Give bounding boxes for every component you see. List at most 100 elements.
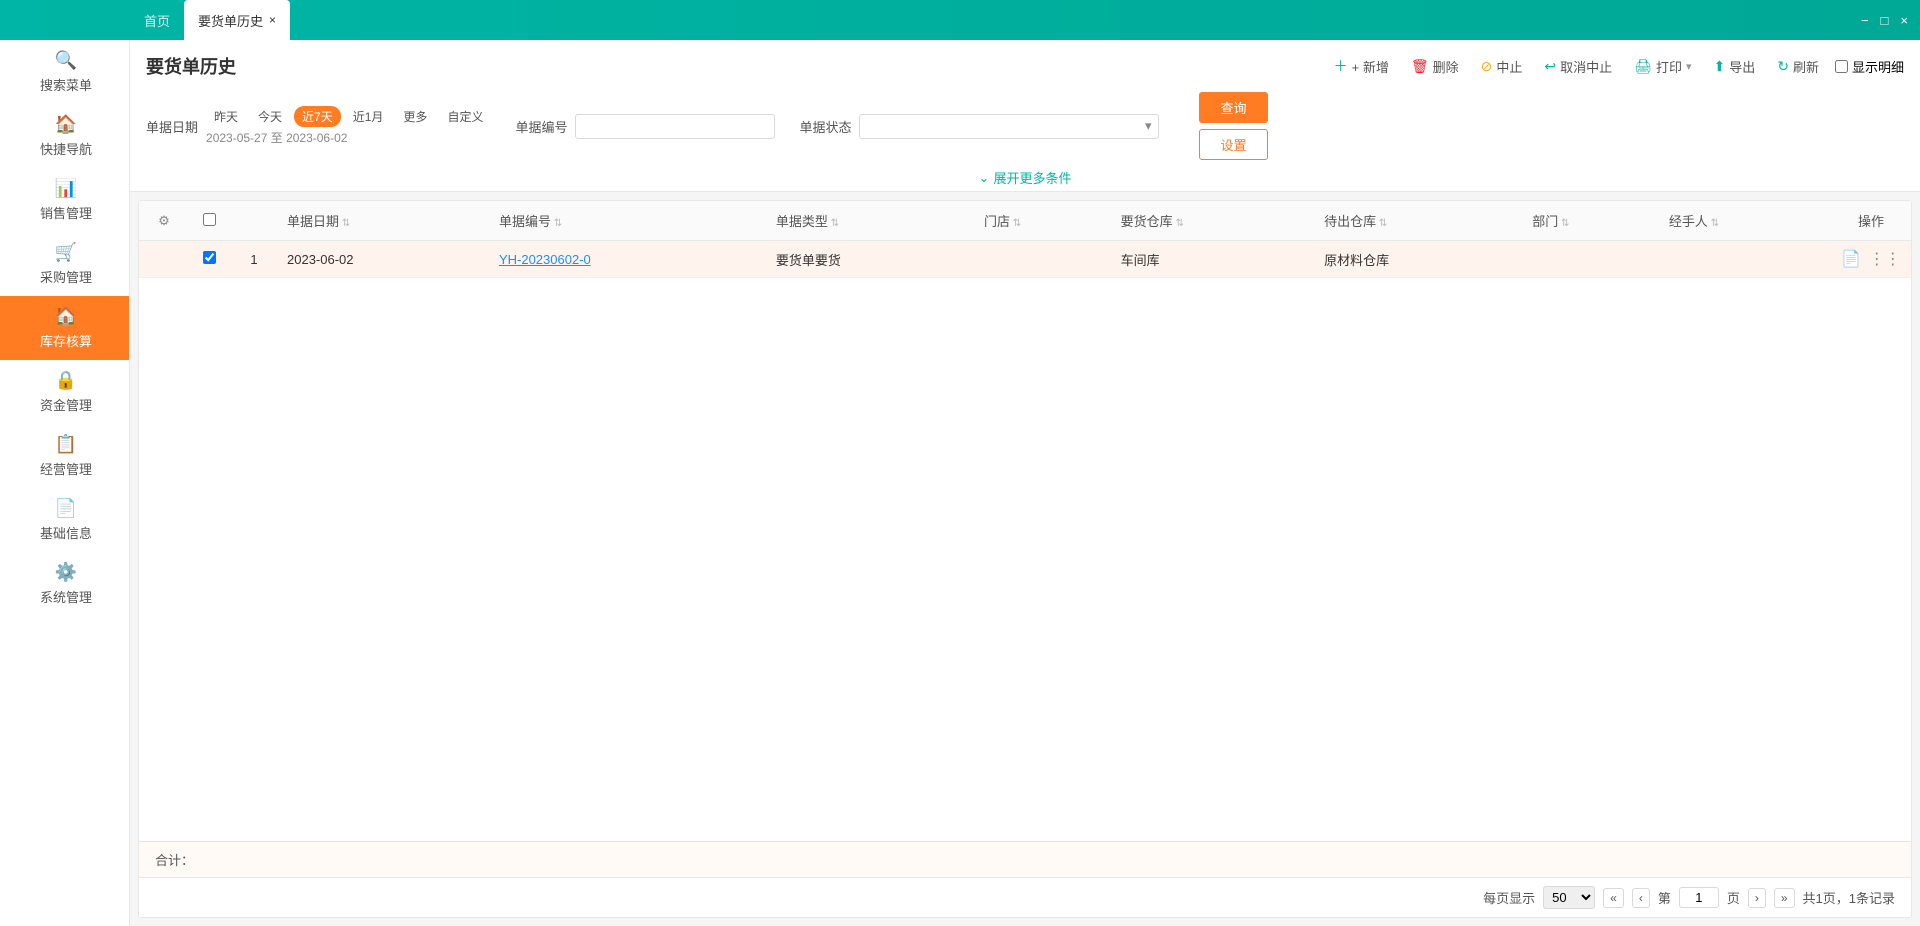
purchase-icon: 🛒: [55, 242, 77, 263]
sidebar-item-sales[interactable]: 📊 销售管理: [0, 168, 129, 232]
bill-no-label: 单据编号: [515, 117, 567, 136]
sidebar-item-basic-info[interactable]: 📄 基础信息: [0, 488, 129, 552]
col-bill-no-header[interactable]: 单据编号: [491, 201, 768, 241]
ops-icon: 📋: [55, 434, 77, 455]
sidebar-item-inventory[interactable]: 🏠 库存核算: [0, 296, 129, 360]
date-shortcuts: 昨天 今天 近7天 近1月 更多 自定义: [206, 106, 491, 127]
date-shortcut-yesterday[interactable]: 昨天: [206, 106, 246, 127]
refresh-icon: ↻: [1777, 58, 1789, 75]
row-bill-no-cell[interactable]: YH-20230602-0: [491, 241, 768, 278]
col-handler-header[interactable]: 经手人: [1661, 201, 1831, 241]
display-detail-toggle[interactable]: 显示明细: [1835, 57, 1904, 76]
sidebar-item-label-sales: 销售管理: [40, 203, 92, 222]
last-page-button[interactable]: »: [1774, 888, 1795, 908]
filter-area: 单据日期 昨天 今天 近7天 近1月 更多 自定义 2023-05-27 至 2…: [146, 92, 1904, 191]
row-edit-icon[interactable]: 📄: [1839, 249, 1863, 270]
print-dropdown-icon[interactable]: ▾: [1686, 60, 1692, 73]
table-container: ⚙ 单据日期 单据编号 单据类型 门店 要货仓库 待出仓库: [138, 200, 1912, 918]
date-shortcut-7days[interactable]: 近7天: [294, 106, 341, 127]
footer-summary: 合计：: [139, 841, 1911, 877]
first-page-button[interactable]: «: [1603, 888, 1624, 908]
stop-button[interactable]: ⊘ 中止: [1475, 53, 1529, 80]
filter-group-date: 单据日期 昨天 今天 近7天 近1月 更多 自定义 2023-05-27 至 2…: [146, 106, 491, 146]
export-icon: ⬆: [1713, 58, 1725, 75]
refresh-button[interactable]: ↻ 刷新: [1771, 53, 1825, 80]
print-button[interactable]: 🖨 打印 ▾: [1628, 53, 1697, 80]
display-detail-checkbox[interactable]: [1835, 60, 1848, 73]
filter-group-status: 单据状态 ▾: [799, 114, 1159, 139]
col-settings: ⚙: [139, 201, 189, 241]
date-shortcut-1month[interactable]: 近1月: [345, 106, 392, 127]
table-scroll: ⚙ 单据日期 单据编号 单据类型 门店 要货仓库 待出仓库: [139, 201, 1911, 841]
tab-requisition-history[interactable]: 要货单历史 ×: [184, 0, 290, 40]
col-checkbox-header: [189, 201, 229, 241]
bill-no-input[interactable]: [575, 114, 775, 139]
sidebar-item-ops[interactable]: 📋 经营管理: [0, 424, 129, 488]
sidebar-item-label-inventory: 库存核算: [40, 331, 92, 350]
sidebar-item-label-purchase: 采购管理: [40, 267, 92, 286]
select-all-checkbox[interactable]: [203, 213, 216, 226]
row-more-icon[interactable]: ⋮⋮: [1867, 249, 1903, 270]
current-page-label: 第: [1658, 888, 1671, 907]
status-label: 单据状态: [799, 117, 851, 136]
col-date-header[interactable]: 单据日期: [279, 201, 491, 241]
row-checkbox-cell: [189, 241, 229, 278]
summary-label: 合计：: [155, 853, 194, 868]
page-title-row: 要货单历史 ＋ + 新增 🗑 删除 ⊘ 中止 ↩: [146, 52, 1904, 80]
top-bar: 首页 要货单历史 × − □ ×: [0, 0, 1920, 40]
window-minimize[interactable]: −: [1861, 13, 1869, 28]
tab-close-icon[interactable]: ×: [269, 13, 276, 27]
col-req-warehouse-header[interactable]: 要货仓库: [1113, 201, 1316, 241]
sidebar-item-quick-nav[interactable]: 🏠 快捷导航: [0, 104, 129, 168]
footer-pagination: 每页显示 50 10 20 100 « ‹ 第 页 › » 共1页，1条记录: [139, 877, 1911, 917]
new-button[interactable]: ＋ + 新增: [1328, 52, 1395, 80]
sidebar-item-sys-mgmt[interactable]: ⚙️ 系统管理: [0, 552, 129, 616]
col-department-header[interactable]: 部门: [1524, 201, 1661, 241]
export-button[interactable]: ⬆ 导出: [1707, 53, 1761, 80]
col-store-header[interactable]: 门店: [976, 201, 1113, 241]
page-header: 要货单历史 ＋ + 新增 🗑 删除 ⊘ 中止 ↩: [130, 40, 1920, 192]
row-checkbox[interactable]: [203, 251, 216, 264]
settings-gear-icon[interactable]: ⚙: [158, 213, 170, 228]
quick-nav-icon: 🏠: [55, 114, 77, 135]
sidebar-item-finance[interactable]: 🔒 资金管理: [0, 360, 129, 424]
row-date-cell: 2023-06-02: [279, 241, 491, 278]
date-shortcut-custom[interactable]: 自定义: [439, 106, 491, 127]
window-maximize[interactable]: □: [1881, 13, 1889, 28]
cancel-stop-icon: ↩: [1544, 58, 1556, 75]
content-area: 要货单历史 ＋ + 新增 🗑 删除 ⊘ 中止 ↩: [130, 40, 1920, 926]
setting-button[interactable]: 设置: [1199, 129, 1267, 160]
page-unit: 页: [1727, 888, 1740, 907]
date-shortcut-today[interactable]: 今天: [250, 106, 290, 127]
col-bill-type-header[interactable]: 单据类型: [768, 201, 976, 241]
filter-actions: 查询 设置: [1199, 92, 1267, 160]
tab-home[interactable]: 首页: [130, 0, 184, 40]
query-button[interactable]: 查询: [1199, 92, 1267, 123]
prev-page-button[interactable]: ‹: [1632, 888, 1650, 908]
search-menu-icon: 🔍: [55, 50, 77, 71]
sidebar-item-label-finance: 资金管理: [40, 395, 92, 414]
inventory-icon: 🏠: [55, 306, 77, 327]
col-num-header: [229, 201, 279, 241]
expand-more-button[interactable]: ⌄ 展开更多条件: [146, 160, 1904, 191]
row-pending-warehouse-cell: 原材料仓库: [1316, 241, 1524, 278]
page-input[interactable]: [1679, 887, 1719, 908]
date-shortcut-more[interactable]: 更多: [395, 106, 435, 127]
main-layout: 🔍 搜索菜单 🏠 快捷导航 📊 销售管理 🛒 采购管理 🏠 库存核算 🔒 资金管…: [0, 40, 1920, 926]
sidebar-item-search-menu[interactable]: 🔍 搜索菜单: [0, 40, 129, 104]
cancel-stop-button[interactable]: ↩ 取消中止: [1538, 53, 1618, 80]
table-row[interactable]: 1 2023-06-02 YH-20230602-0 要货单要货 车间库 原材料…: [139, 241, 1911, 278]
per-page-select[interactable]: 50 10 20 100: [1543, 886, 1595, 909]
window-close[interactable]: ×: [1900, 13, 1908, 28]
next-page-button[interactable]: ›: [1748, 888, 1766, 908]
delete-button[interactable]: 🗑 删除: [1405, 53, 1465, 80]
sidebar-item-purchase[interactable]: 🛒 采购管理: [0, 232, 129, 296]
row-ops-cell: 📄 ⋮⋮: [1831, 241, 1911, 278]
col-ops-header: 操作: [1831, 201, 1911, 241]
basic-info-icon: 📄: [55, 498, 77, 519]
col-pending-warehouse-header[interactable]: 待出仓库: [1316, 201, 1524, 241]
new-icon: ＋: [1334, 56, 1348, 76]
sidebar-item-label-sys-mgmt: 系统管理: [40, 587, 92, 606]
row-department-cell: [1524, 241, 1661, 278]
status-select[interactable]: [859, 114, 1159, 139]
